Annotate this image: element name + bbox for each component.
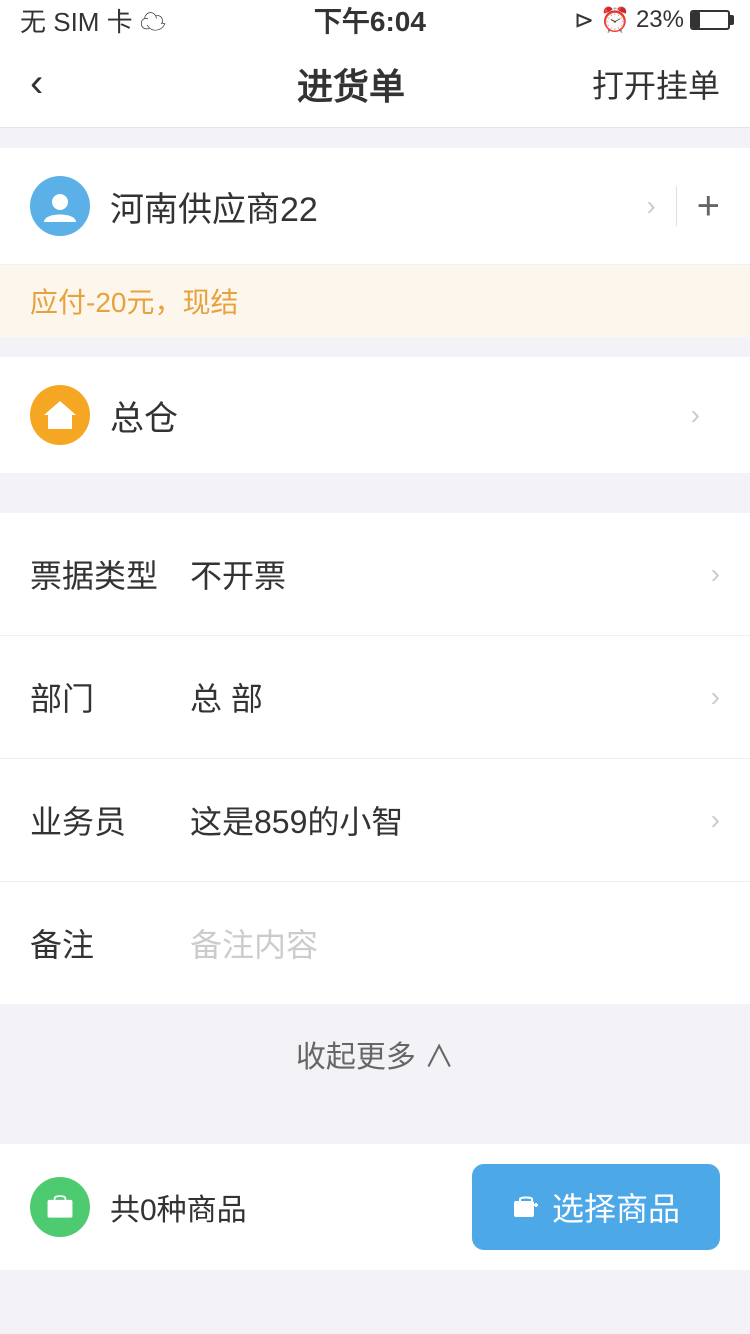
- product-icon: [30, 1177, 90, 1237]
- collapse-text: 收起更多 ∧: [296, 1032, 454, 1076]
- user-icon: [42, 188, 78, 224]
- house-icon: [42, 397, 78, 433]
- department-label: 部门: [30, 674, 170, 720]
- nav-bar: ‹ 进货单 打开挂单: [0, 40, 750, 128]
- remark-value[interactable]: 备注内容: [190, 920, 720, 966]
- divider: [676, 186, 677, 226]
- department-value: 总 部: [190, 674, 711, 720]
- remark-label: 备注: [30, 920, 170, 966]
- collapse-row[interactable]: 收起更多 ∧: [0, 1004, 750, 1104]
- remark-row[interactable]: 备注 备注内容: [0, 882, 750, 1004]
- status-bar: 无 SIM 卡 ☁ 下午6:04 ⊳ ⏰ 23%: [0, 0, 750, 40]
- warehouse-icon: [30, 385, 90, 445]
- section-gap-2: [0, 337, 750, 357]
- cart-icon: [44, 1191, 76, 1223]
- invoice-type-value: 不开票: [190, 551, 711, 597]
- supplier-name: 河南供应商22: [110, 182, 646, 231]
- supplier-row[interactable]: 河南供应商22 › +: [0, 148, 750, 265]
- section-gap-4: [0, 1104, 750, 1124]
- sim-label: 无 SIM 卡 ☁: [20, 2, 166, 39]
- notice-bar: 应付-20元，现结: [0, 265, 750, 337]
- supplier-section: 河南供应商22 › + 应付-20元，现结: [0, 148, 750, 337]
- form-section: 票据类型 不开票 › 部门 总 部 › 业务员 这是859的小智 › 备注 备注…: [0, 513, 750, 1004]
- notice-text: 应付-20元，现结: [30, 287, 238, 318]
- invoice-type-label: 票据类型: [30, 551, 170, 597]
- supplier-avatar: [30, 176, 90, 236]
- section-gap-3: [0, 473, 750, 493]
- back-button[interactable]: ‹: [30, 61, 110, 106]
- warehouse-section: 总仓 ›: [0, 357, 750, 473]
- location-icon: ⊳: [574, 6, 594, 35]
- department-row[interactable]: 部门 总 部 ›: [0, 636, 750, 759]
- status-left: 无 SIM 卡 ☁: [20, 2, 166, 39]
- select-product-label: 选择商品: [552, 1184, 680, 1230]
- status-right: ⊳ ⏰ 23%: [574, 6, 730, 35]
- battery-icon: [690, 10, 730, 30]
- salesperson-row[interactable]: 业务员 这是859的小智 ›: [0, 759, 750, 882]
- warehouse-name: 总仓: [110, 391, 691, 440]
- product-count: 共0种商品: [110, 1185, 472, 1229]
- section-gap-1: [0, 128, 750, 148]
- department-chevron: ›: [711, 681, 720, 713]
- supplier-chevron-icon: ›: [646, 190, 655, 222]
- select-product-button[interactable]: 选择商品: [472, 1164, 720, 1250]
- open-pending-button[interactable]: 打开挂单: [592, 61, 720, 107]
- battery-percent: 23%: [636, 6, 684, 34]
- warehouse-row[interactable]: 总仓 ›: [0, 357, 750, 473]
- bottom-bar: 共0种商品 选择商品: [0, 1144, 750, 1270]
- salesperson-chevron: ›: [711, 804, 720, 836]
- add-supplier-button[interactable]: +: [697, 184, 720, 229]
- salesperson-value: 这是859的小智: [190, 797, 711, 843]
- page-title: 进货单: [297, 58, 405, 110]
- invoice-type-chevron: ›: [711, 558, 720, 590]
- clock-icon: ⏰: [600, 6, 630, 35]
- invoice-type-row[interactable]: 票据类型 不开票 ›: [0, 513, 750, 636]
- select-cart-icon: [512, 1193, 540, 1221]
- warehouse-chevron-icon: ›: [691, 399, 700, 431]
- status-time: 下午6:04: [314, 0, 426, 40]
- salesperson-label: 业务员: [30, 797, 170, 843]
